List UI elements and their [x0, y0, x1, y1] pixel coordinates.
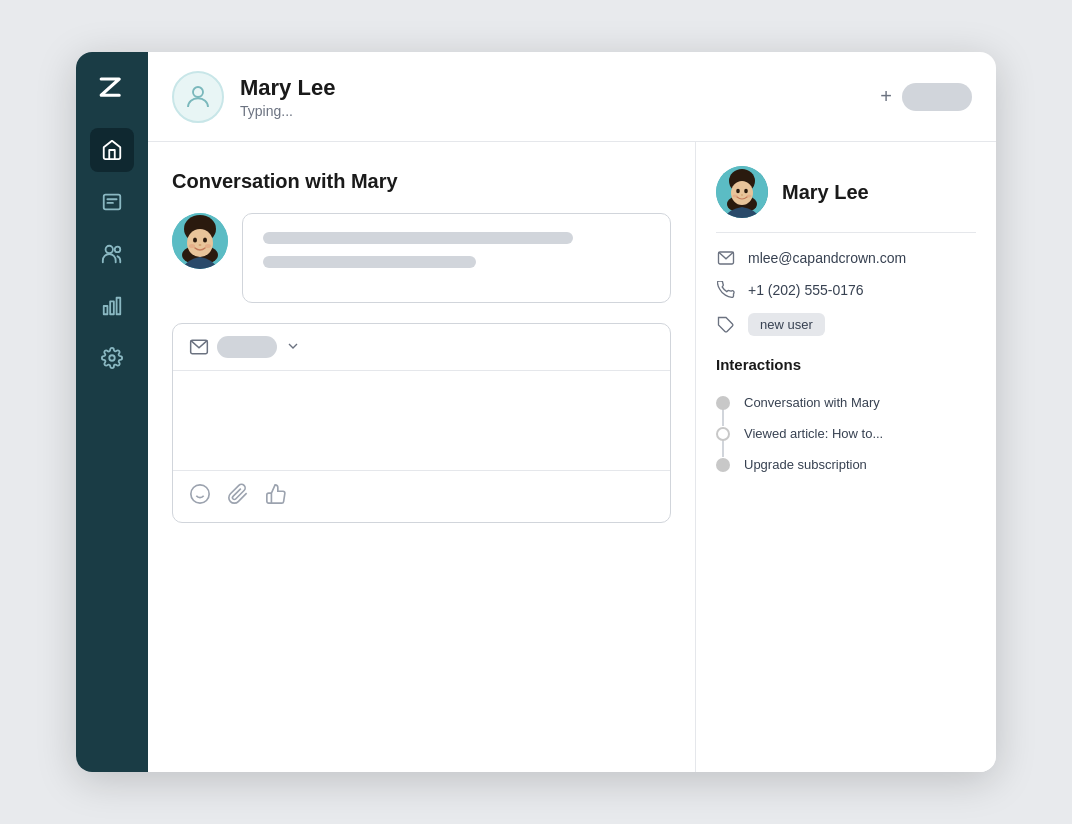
email-value: mlee@capandcrown.com — [748, 250, 906, 266]
svg-rect-5 — [104, 306, 108, 314]
tag-icon — [716, 316, 736, 334]
logo — [92, 68, 132, 108]
svg-point-17 — [189, 244, 195, 248]
interactions-title: Interactions — [716, 356, 976, 373]
interaction-text-3: Upgrade subscription — [744, 457, 867, 472]
attach-button[interactable] — [227, 483, 249, 510]
interaction-text-1: Conversation with Mary — [744, 395, 880, 410]
chat-message — [172, 213, 671, 303]
message-bubble — [242, 213, 671, 303]
phone-value: +1 (202) 555-0176 — [748, 282, 864, 298]
svg-point-8 — [109, 355, 115, 361]
compose-channel-label — [217, 336, 277, 358]
compose-toolbar — [173, 324, 670, 371]
compose-channel-icon — [189, 337, 209, 357]
phone-row: +1 (202) 555-0176 — [716, 281, 976, 299]
emoji-button[interactable] — [189, 483, 211, 510]
timeline-dot-2 — [716, 427, 730, 441]
timeline-dot-3 — [716, 458, 730, 472]
conversation-title: Conversation with Mary — [172, 170, 671, 193]
svg-point-27 — [736, 189, 740, 193]
app-shell: Mary Lee Typing... + Conversation with M… — [76, 52, 996, 772]
interaction-item-2: Viewed article: How to... — [716, 418, 976, 449]
email-icon — [716, 249, 736, 267]
sidebar-item-tickets[interactable] — [90, 180, 134, 224]
content-area: Conversation with Mary — [148, 142, 996, 772]
svg-point-20 — [191, 485, 209, 503]
bubble-line-2 — [263, 256, 476, 268]
sidebar-item-settings[interactable] — [90, 336, 134, 380]
interaction-text-2: Viewed article: How to... — [744, 426, 883, 441]
compose-box[interactable] — [172, 323, 671, 523]
svg-rect-6 — [110, 301, 114, 314]
header-actions: + — [880, 83, 972, 111]
sidebar — [76, 52, 148, 772]
header-user-name: Mary Lee — [240, 75, 864, 101]
tag-badge: new user — [748, 313, 825, 336]
contact-info: mlee@capandcrown.com +1 (202) 555-0176 — [716, 249, 976, 336]
timeline-dot-1 — [716, 396, 730, 410]
interaction-timeline: Conversation with Mary Viewed article: H… — [716, 387, 976, 480]
profile-header: Mary Lee — [716, 166, 976, 233]
svg-point-29 — [741, 194, 743, 196]
svg-rect-7 — [117, 298, 121, 315]
right-panel: Mary Lee mlee@capandcrown.com — [696, 142, 996, 772]
svg-point-18 — [205, 244, 211, 248]
interactions-section: Interactions Conversation with Mary View… — [716, 356, 976, 480]
svg-point-3 — [106, 246, 113, 253]
svg-point-14 — [193, 238, 197, 243]
conversation-panel: Conversation with Mary — [148, 142, 696, 772]
main-area: Mary Lee Typing... + Conversation with M… — [148, 52, 996, 772]
profile-avatar — [716, 166, 768, 218]
compose-body[interactable] — [173, 371, 670, 470]
profile-name: Mary Lee — [782, 181, 869, 204]
header-info: Mary Lee Typing... — [240, 75, 864, 119]
sidebar-item-reports[interactable] — [90, 284, 134, 328]
chat-avatar — [172, 213, 228, 269]
bubble-line-1 — [263, 232, 573, 244]
compose-chevron-icon[interactable] — [285, 338, 301, 357]
interaction-item-3: Upgrade subscription — [716, 449, 976, 480]
phone-icon — [716, 281, 736, 299]
interaction-item-1: Conversation with Mary — [716, 387, 976, 418]
header-status: Typing... — [240, 103, 864, 119]
svg-point-13 — [187, 229, 213, 257]
sidebar-item-contacts[interactable] — [90, 232, 134, 276]
add-tab-button[interactable]: + — [880, 85, 892, 108]
header-pill — [902, 83, 972, 111]
email-row: mlee@capandcrown.com — [716, 249, 976, 267]
svg-point-28 — [744, 189, 748, 193]
sidebar-item-home[interactable] — [90, 128, 134, 172]
compose-actions — [173, 470, 670, 522]
tag-row: new user — [716, 313, 976, 336]
svg-point-26 — [731, 181, 753, 205]
svg-point-30 — [733, 194, 738, 197]
svg-point-15 — [203, 238, 207, 243]
svg-point-9 — [193, 87, 203, 97]
header-avatar — [172, 71, 224, 123]
svg-point-4 — [115, 247, 121, 253]
thumbsup-button[interactable] — [265, 483, 287, 510]
svg-point-31 — [747, 194, 752, 197]
svg-point-16 — [199, 244, 202, 246]
header: Mary Lee Typing... + — [148, 52, 996, 142]
